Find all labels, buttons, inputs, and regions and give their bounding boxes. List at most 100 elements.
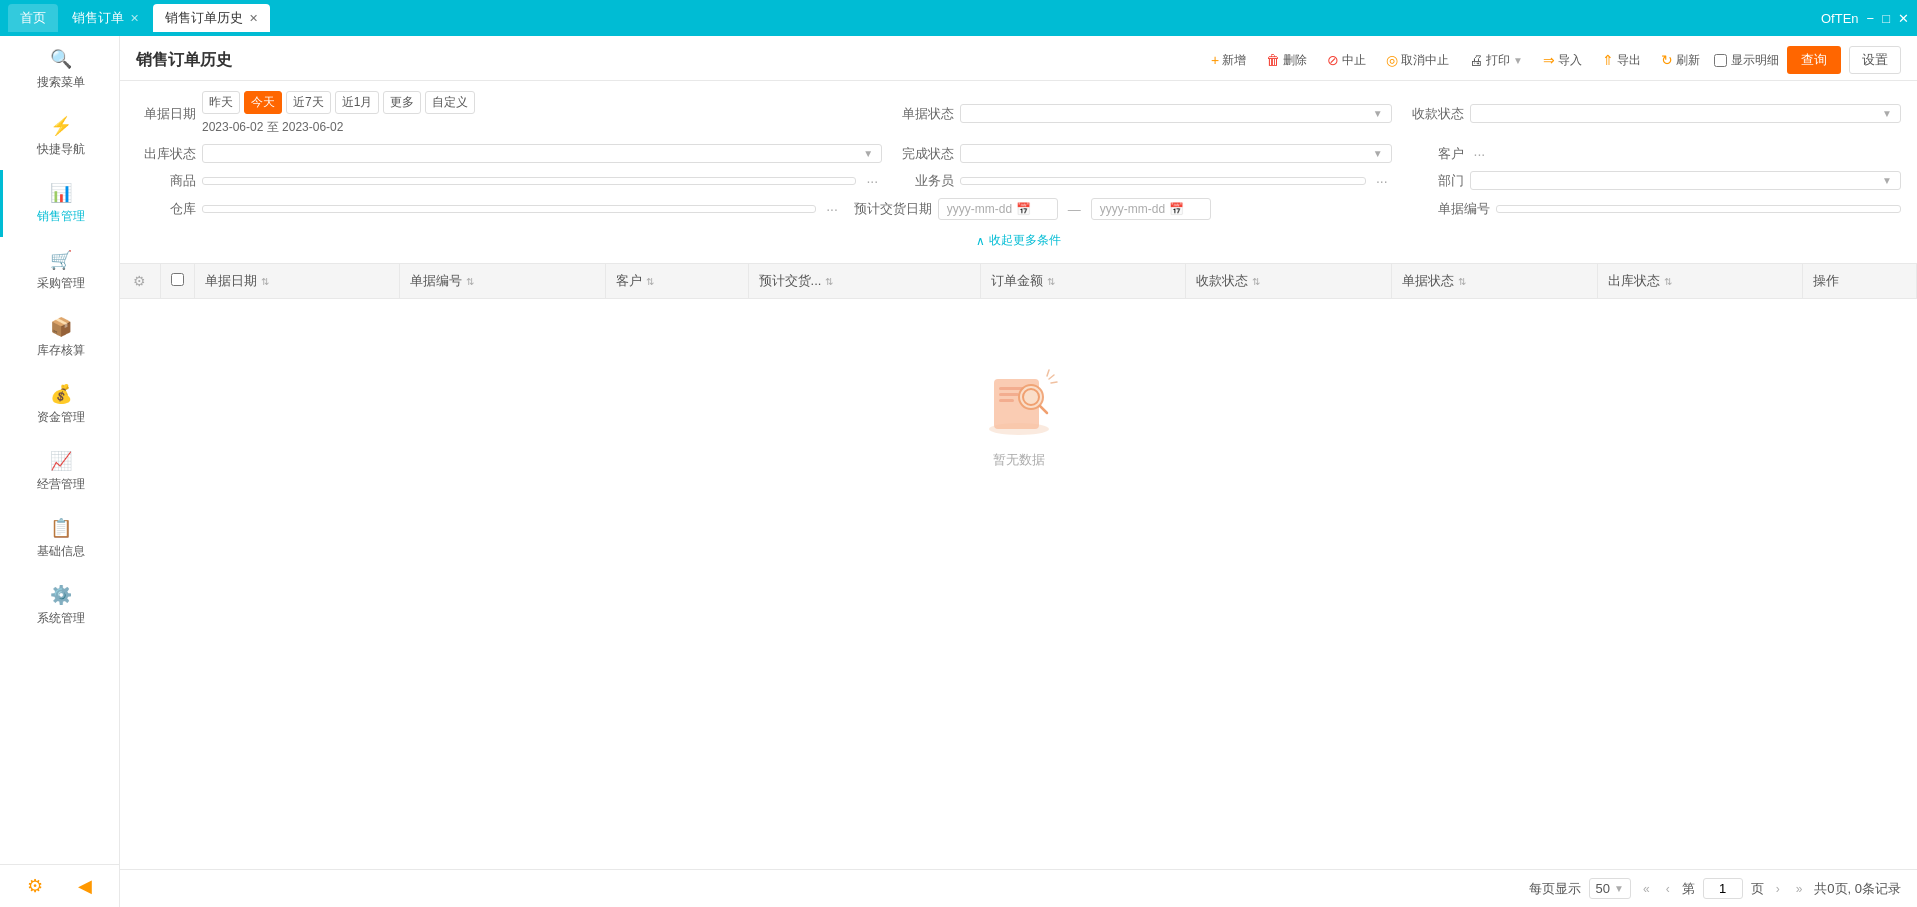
sort-icon-out-status[interactable]: ⇅ bbox=[1664, 276, 1672, 287]
page-size-value: 50 bbox=[1596, 881, 1610, 896]
sort-icon-order-amount[interactable]: ⇅ bbox=[1047, 276, 1055, 287]
product-dots[interactable]: ··· bbox=[862, 173, 882, 189]
window-close-btn[interactable]: ✕ bbox=[1898, 11, 1909, 26]
sort-icon-payment-status[interactable]: ⇅ bbox=[1252, 276, 1260, 287]
refresh-label: 刷新 bbox=[1676, 52, 1700, 69]
sort-icon-customer[interactable]: ⇅ bbox=[646, 276, 654, 287]
select-all-checkbox[interactable] bbox=[171, 273, 184, 286]
query-btn[interactable]: 查询 bbox=[1787, 46, 1841, 74]
svg-line-10 bbox=[1047, 370, 1049, 376]
window-min-btn[interactable]: − bbox=[1867, 11, 1875, 26]
page-size-select[interactable]: 50 ▼ bbox=[1589, 878, 1631, 899]
doc-status-chevron: ▼ bbox=[1373, 108, 1383, 119]
sidebar-item-sys-mgmt[interactable]: ⚙️ 系统管理 bbox=[0, 572, 119, 639]
sales-mgmt-icon: 📊 bbox=[50, 182, 72, 204]
import-icon: ⇒ bbox=[1543, 52, 1555, 68]
payment-status-select[interactable]: ▼ bbox=[1470, 104, 1901, 123]
svg-line-7 bbox=[1040, 406, 1047, 413]
sidebar-item-quick-nav[interactable]: ⚡ 快捷导航 bbox=[0, 103, 119, 170]
print-btn[interactable]: 🖨 打印 ▼ bbox=[1463, 49, 1529, 72]
cancel-stop-btn[interactable]: ◎ 取消中止 bbox=[1380, 49, 1455, 72]
date-btn-more[interactable]: 更多 bbox=[383, 91, 421, 114]
delivery-date-to[interactable]: yyyy-mm-dd 📅 bbox=[1091, 198, 1211, 220]
display-cols-checkbox[interactable] bbox=[1714, 54, 1727, 67]
sidebar-item-operations[interactable]: 📈 经营管理 bbox=[0, 438, 119, 505]
empty-state: 暂无数据 bbox=[120, 299, 1917, 529]
th-checkbox bbox=[160, 264, 194, 299]
collapse-icon: ∧ bbox=[976, 234, 985, 248]
window-max-btn[interactable]: □ bbox=[1882, 11, 1890, 26]
base-info-icon: 📋 bbox=[50, 517, 72, 539]
delete-btn[interactable]: 🗑 删除 bbox=[1260, 49, 1313, 72]
sidebar-item-inventory[interactable]: 📦 库存核算 bbox=[0, 304, 119, 371]
dept-select[interactable]: ▼ bbox=[1470, 171, 1901, 190]
date-btn-today[interactable]: 今天 bbox=[244, 91, 282, 114]
customer-dots[interactable]: ··· bbox=[1470, 146, 1490, 162]
warehouse-dots[interactable]: ··· bbox=[822, 201, 842, 217]
table-area: ⚙ 单据日期 ⇅ 单据编号 bbox=[120, 264, 1917, 869]
sidebar-item-finance[interactable]: 💰 资金管理 bbox=[0, 371, 119, 438]
tab-sales-order-close[interactable]: ✕ bbox=[130, 12, 139, 25]
sort-icon-doc-date[interactable]: ⇅ bbox=[261, 276, 269, 287]
sort-icon-delivery-date[interactable]: ⇅ bbox=[825, 276, 833, 287]
sidebar-collapse-icon[interactable]: ◀ bbox=[78, 875, 92, 897]
dept-label: 部门 bbox=[1404, 172, 1464, 190]
sidebar-settings-icon[interactable]: ⚙ bbox=[27, 875, 43, 897]
th-order-amount-label: 订单金额 bbox=[991, 272, 1043, 290]
sidebar-item-search-menu[interactable]: 🔍 搜索菜单 bbox=[0, 36, 119, 103]
new-btn[interactable]: + 新增 bbox=[1205, 49, 1252, 72]
delivery-date-from[interactable]: yyyy-mm-dd 📅 bbox=[938, 198, 1058, 220]
th-doc-status-label: 单据状态 bbox=[1402, 272, 1454, 290]
sidebar-item-sales-mgmt[interactable]: 📊 销售管理 bbox=[0, 170, 119, 237]
calendar-icon-from[interactable]: 📅 bbox=[1016, 202, 1031, 216]
stop-btn[interactable]: ⊘ 中止 bbox=[1321, 49, 1372, 72]
refresh-btn[interactable]: ↻ 刷新 bbox=[1655, 49, 1706, 72]
complete-status-chevron: ▼ bbox=[1373, 148, 1383, 159]
th-doc-status: 单据状态 ⇅ bbox=[1391, 264, 1597, 299]
current-page-input[interactable] bbox=[1703, 878, 1743, 899]
product-input[interactable] bbox=[202, 177, 856, 185]
calendar-icon-to[interactable]: 📅 bbox=[1169, 202, 1184, 216]
last-page-btn[interactable]: » bbox=[1792, 880, 1807, 898]
salesperson-label: 业务员 bbox=[894, 172, 954, 190]
new-label: 新增 bbox=[1222, 52, 1246, 69]
salesperson-input[interactable] bbox=[960, 177, 1366, 185]
tab-home-label: 首页 bbox=[20, 9, 46, 27]
warehouse-input[interactable] bbox=[202, 205, 816, 213]
date-btn-yesterday[interactable]: 昨天 bbox=[202, 91, 240, 114]
tab-sales-order-history-close[interactable]: ✕ bbox=[249, 12, 258, 25]
print-icon: 🖨 bbox=[1469, 52, 1483, 68]
filter-row-2: 出库状态 ▼ 完成状态 ▼ 客户 ··· bbox=[136, 144, 1901, 163]
date-btn-custom[interactable]: 自定义 bbox=[425, 91, 475, 114]
prev-page-btn[interactable]: ‹ bbox=[1662, 880, 1674, 898]
import-btn[interactable]: ⇒ 导入 bbox=[1537, 49, 1588, 72]
tab-sales-order-history[interactable]: 销售订单历史 ✕ bbox=[153, 4, 270, 32]
sidebar-label-sys-mgmt: 系统管理 bbox=[37, 610, 85, 627]
first-page-btn[interactable]: « bbox=[1639, 880, 1654, 898]
sort-icon-doc-status[interactable]: ⇅ bbox=[1458, 276, 1466, 287]
next-page-btn[interactable]: › bbox=[1772, 880, 1784, 898]
filter-group-delivery-date: 预计交货日期 yyyy-mm-dd 📅 — yyyy-mm-dd 📅 bbox=[854, 198, 1419, 220]
print-label: 打印 bbox=[1486, 52, 1510, 69]
export-btn[interactable]: ⇑ 导出 bbox=[1596, 49, 1647, 72]
out-status-select[interactable]: ▼ bbox=[202, 144, 882, 163]
sort-icon-doc-number[interactable]: ⇅ bbox=[466, 276, 474, 287]
setting-btn[interactable]: 设置 bbox=[1849, 46, 1901, 74]
th-delivery-date-label: 预计交货... bbox=[759, 272, 822, 290]
delivery-date-to-placeholder: yyyy-mm-dd bbox=[1100, 202, 1165, 216]
collapse-btn[interactable]: ∧ 收起更多条件 bbox=[976, 228, 1061, 253]
product-label: 商品 bbox=[136, 172, 196, 190]
refresh-icon: ↻ bbox=[1661, 52, 1673, 68]
doc-number-input[interactable] bbox=[1496, 205, 1901, 213]
complete-status-select[interactable]: ▼ bbox=[960, 144, 1391, 163]
tab-sales-order[interactable]: 销售订单 ✕ bbox=[60, 4, 151, 32]
salesperson-dots[interactable]: ··· bbox=[1372, 173, 1392, 189]
doc-status-select[interactable]: ▼ bbox=[960, 104, 1391, 123]
tab-home[interactable]: 首页 bbox=[8, 4, 58, 32]
column-settings-icon[interactable]: ⚙ bbox=[133, 273, 146, 289]
th-payment-status: 收款状态 ⇅ bbox=[1186, 264, 1392, 299]
sidebar-item-base-info[interactable]: 📋 基础信息 bbox=[0, 505, 119, 572]
date-btn-1month[interactable]: 近1月 bbox=[335, 91, 380, 114]
date-btn-7days[interactable]: 近7天 bbox=[286, 91, 331, 114]
sidebar-item-purchase-mgmt[interactable]: 🛒 采购管理 bbox=[0, 237, 119, 304]
